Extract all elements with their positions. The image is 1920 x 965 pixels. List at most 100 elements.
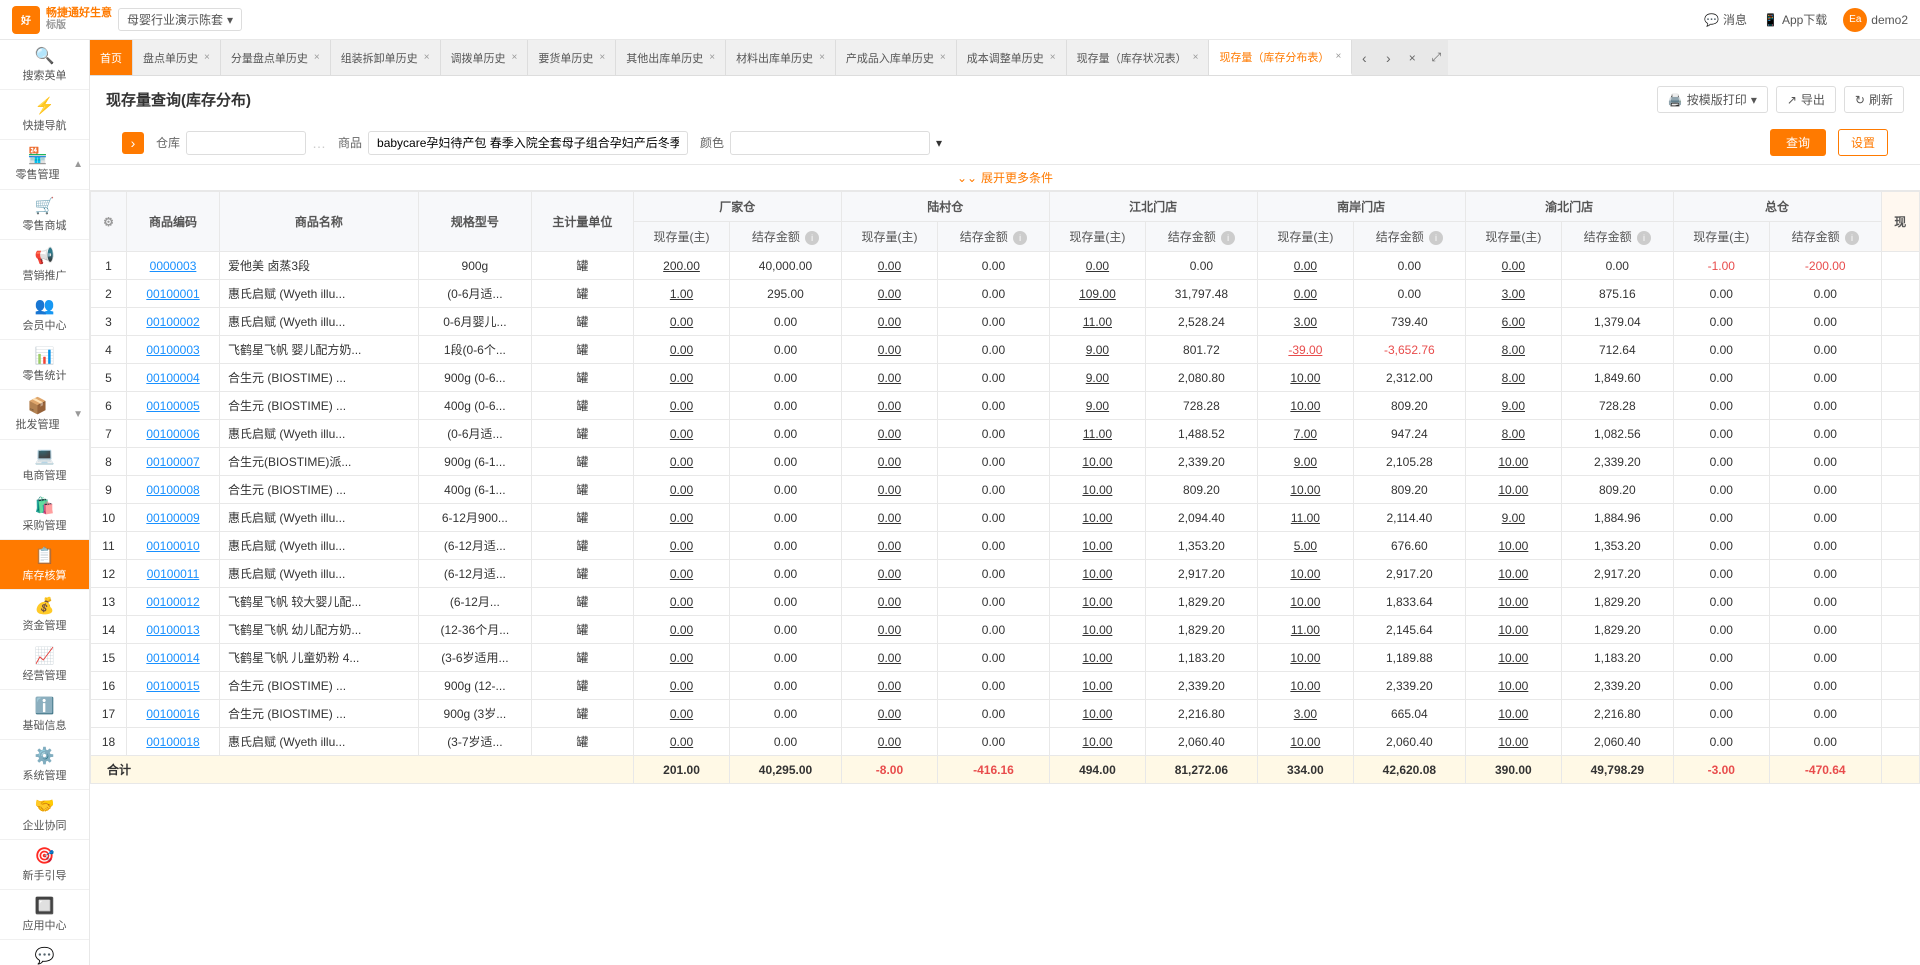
sidebar-item-retail-shop[interactable]: 🛒 零售商城	[0, 190, 89, 240]
tab-finished-in[interactable]: 产成品入库单历史 ×	[836, 40, 957, 75]
filter-toggle-btn[interactable]: ›	[122, 132, 144, 154]
expand-more-btn[interactable]: ⌄⌄ 展开更多条件	[957, 169, 1053, 186]
row-na-qty: 10.00	[1257, 644, 1353, 672]
setting-btn[interactable]: 设置	[1838, 129, 1888, 156]
search-btn[interactable]: 查询	[1770, 129, 1826, 156]
sidebar-item-quick-nav[interactable]: ⚡ 快捷导航	[0, 90, 89, 140]
tab-stock-status[interactable]: 现存量（库存状况表） ×	[1067, 40, 1210, 75]
row-jb-amt: 1,829.20	[1146, 588, 1257, 616]
tab-next-btn[interactable]: ›	[1376, 40, 1400, 76]
tab-close-requisition[interactable]: ×	[599, 52, 605, 63]
sidebar-item-finance[interactable]: 💰 资金管理	[0, 590, 89, 640]
lcw-amt-info-icon[interactable]: i	[1013, 231, 1027, 245]
row-fcw-qty: 0.00	[633, 672, 729, 700]
tab-close-stock-dist[interactable]: ×	[1335, 51, 1341, 62]
row-lcw-amt: 0.00	[938, 616, 1049, 644]
row-lcw-qty: 0.00	[841, 280, 937, 308]
tab-close-all-btn[interactable]: ×	[1400, 40, 1424, 76]
row-name: 惠氏启赋 (Wyeth illu...	[220, 420, 419, 448]
tab-stock-dist[interactable]: 现存量（库存分布表） ×	[1209, 40, 1352, 75]
table-row: 18 00100018 惠氏启赋 (Wyeth illu... (3-7岁适..…	[91, 728, 1920, 756]
row-last-qty	[1881, 560, 1920, 588]
tab-close-material-out[interactable]: ×	[819, 52, 825, 63]
col-lucun-header: 陆村仓	[841, 192, 1049, 222]
tab-close-transfer[interactable]: ×	[512, 52, 518, 63]
sidebar-item-wholesale[interactable]: 📦 批发管理 ▼	[0, 390, 89, 440]
tab-inventory2[interactable]: 分量盘点单历史 ×	[221, 40, 331, 75]
tab-close-other-out[interactable]: ×	[709, 52, 715, 63]
refresh-btn[interactable]: ↻ 刷新	[1844, 86, 1904, 113]
sidebar-item-basic[interactable]: ℹ️ 基础信息	[0, 690, 89, 740]
row-lcw-amt: 0.00	[938, 420, 1049, 448]
row-spec: 900g (0-6...	[418, 364, 531, 392]
industry-select[interactable]: 母婴行业演示陈套 ▾	[118, 8, 242, 31]
row-fcw-qty: 0.00	[633, 308, 729, 336]
total-amt-info-icon[interactable]: i	[1845, 231, 1859, 245]
tab-inventory1[interactable]: 盘点单历史 ×	[133, 40, 221, 75]
sidebar-item-inventory[interactable]: 📋 库存核算	[0, 540, 89, 590]
row-unit: 罐	[532, 616, 634, 644]
tab-close-stock-status[interactable]: ×	[1193, 52, 1199, 63]
row-lcw-amt: 0.00	[938, 672, 1049, 700]
row-na-amt: 0.00	[1354, 252, 1465, 280]
app-download-btn[interactable]: 📱 App下载	[1763, 11, 1827, 28]
col-total-header: 总仓	[1673, 192, 1881, 222]
tab-requisition[interactable]: 要货单历史 ×	[528, 40, 616, 75]
tab-prev-btn[interactable]: ‹	[1352, 40, 1376, 76]
sidebar-item-retail-stat[interactable]: 📊 零售统计	[0, 340, 89, 390]
goods-input[interactable]	[368, 131, 688, 155]
tab-close-cost-adjust[interactable]: ×	[1050, 52, 1056, 63]
sidebar-item-collab[interactable]: 🤝 企业协同	[0, 790, 89, 840]
sidebar-item-purchase[interactable]: 🛍️ 采购管理	[0, 490, 89, 540]
color-input[interactable]	[730, 131, 930, 155]
purchase-icon: 🛍️	[35, 496, 55, 516]
tab-close-inventory1[interactable]: ×	[204, 52, 210, 63]
user-avatar[interactable]: Ea demo2	[1843, 8, 1908, 32]
yb-amt-info-icon[interactable]: i	[1637, 231, 1651, 245]
message-btn[interactable]: 💬 消息	[1704, 11, 1747, 28]
row-jb-qty: 11.00	[1049, 308, 1145, 336]
sidebar-item-member[interactable]: 👥 会员中心	[0, 290, 89, 340]
print-btn[interactable]: 🖨️ 按模版打印 ▾	[1657, 86, 1768, 113]
sidebar-item-operation[interactable]: 📈 经营管理	[0, 640, 89, 690]
row-jb-amt: 801.72	[1146, 336, 1257, 364]
sidebar-item-apps[interactable]: 🔲 应用中心	[0, 890, 89, 940]
row-lcw-qty: 0.00	[841, 672, 937, 700]
chevron-down-icon: ▾	[1751, 93, 1757, 107]
row-unit: 罐	[532, 644, 634, 672]
tab-cost-adjust[interactable]: 成本调整单历史 ×	[957, 40, 1067, 75]
row-yb-amt: 1,829.20	[1562, 616, 1673, 644]
warehouse-input[interactable]	[186, 131, 306, 155]
tab-material-out[interactable]: 材料出库单历史 ×	[726, 40, 836, 75]
fcw-amt-info-icon[interactable]: i	[805, 231, 819, 245]
jb-amt-info-icon[interactable]: i	[1221, 231, 1235, 245]
row-jb-amt: 2,094.40	[1146, 504, 1257, 532]
settings-icon[interactable]: ⚙	[103, 215, 114, 229]
col-lcw-qty-header: 现存量(主)	[841, 222, 937, 252]
tab-close-assembly[interactable]: ×	[424, 52, 430, 63]
sidebar-item-system[interactable]: ⚙️ 系统管理	[0, 740, 89, 790]
tab-fullscreen-btn[interactable]: ⤢	[1424, 40, 1448, 76]
row-name: 合生元 (BIOSTIME) ...	[220, 392, 419, 420]
row-jb-qty: 10.00	[1049, 476, 1145, 504]
tab-transfer[interactable]: 调拨单历史 ×	[441, 40, 529, 75]
row-name: 飞鹤星飞帆 幼儿配方奶...	[220, 616, 419, 644]
na-amt-info-icon[interactable]: i	[1429, 231, 1443, 245]
col-settings[interactable]: ⚙	[91, 192, 127, 252]
export-btn[interactable]: ↗ 导出	[1776, 86, 1836, 113]
sidebar-item-marketing[interactable]: 📢 营销推广	[0, 240, 89, 290]
tab-home[interactable]: 首页	[90, 40, 133, 75]
tab-close-finished-in[interactable]: ×	[940, 52, 946, 63]
sidebar-item-guide[interactable]: 🎯 新手引导	[0, 840, 89, 890]
retail-stat-icon: 📊	[35, 346, 55, 366]
row-spec: 900g (3岁...	[418, 700, 531, 728]
sidebar-item-wechat[interactable]: 💬 企业微信	[0, 940, 89, 965]
sidebar-item-ecommerce[interactable]: 💻 电商管理	[0, 440, 89, 490]
tab-close-inventory2[interactable]: ×	[314, 52, 320, 63]
tab-assembly[interactable]: 组装拆卸单历史 ×	[331, 40, 441, 75]
row-na-amt: 809.20	[1354, 392, 1465, 420]
sidebar-item-search[interactable]: 🔍 搜索英单	[0, 40, 89, 90]
tab-other-out[interactable]: 其他出库单历史 ×	[616, 40, 726, 75]
row-name: 合生元 (BIOSTIME) ...	[220, 700, 419, 728]
sidebar-item-retail-mgmt[interactable]: 🏪 零售管理 ▲	[0, 140, 89, 190]
